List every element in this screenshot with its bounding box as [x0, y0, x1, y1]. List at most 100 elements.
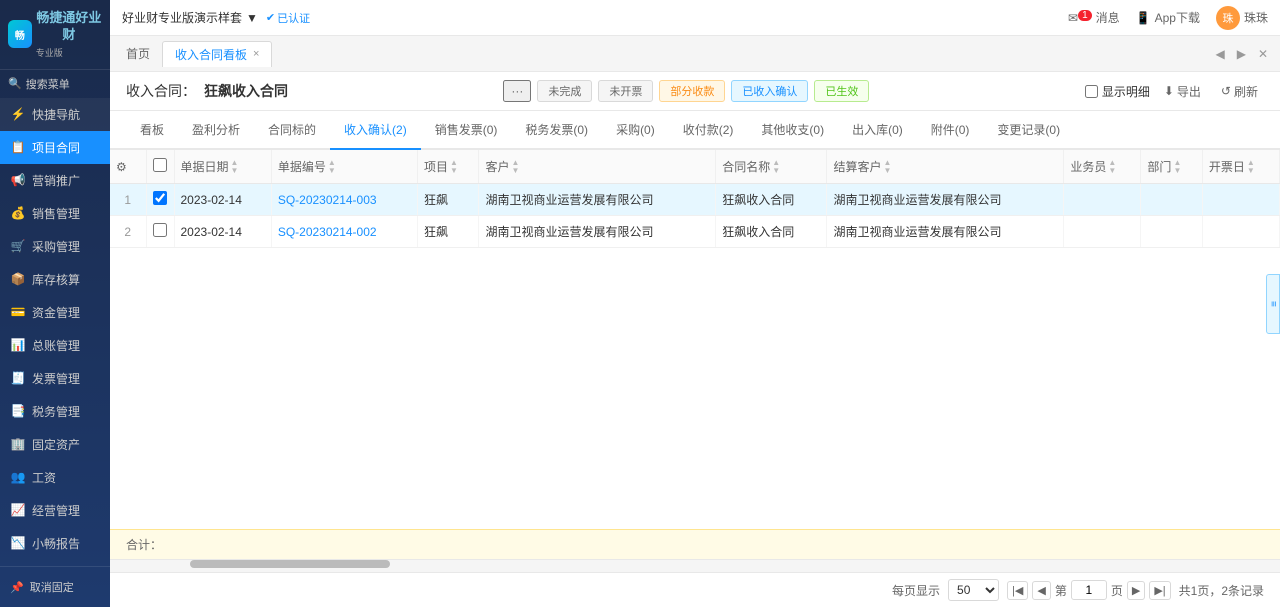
th-department: 部门 ▲▼ — [1141, 150, 1202, 184]
user-menu[interactable]: 珠 珠珠 — [1216, 6, 1268, 30]
sidebar-item-purchase[interactable]: 🛒 采购管理 — [0, 230, 110, 263]
close-tab-icon[interactable]: × — [253, 48, 259, 60]
tab-confirm[interactable]: 收入确认(2) — [330, 111, 421, 150]
next-page-button[interactable]: ▶ — [1127, 581, 1145, 600]
status-partial-btn[interactable]: 部分收款 — [659, 80, 725, 102]
th-date: 单据日期 ▲▼ — [174, 150, 271, 184]
sidebar-item-capital[interactable]: 💳 资金管理 — [0, 296, 110, 329]
right-panel-handle[interactable]: ≡ — [1266, 274, 1280, 334]
row-number-link[interactable]: SQ-20230214-003 — [278, 193, 377, 207]
company-selector[interactable]: 好业财专业版演示样套 ▼ — [122, 9, 258, 26]
tab-payment[interactable]: 收付款(2) — [669, 111, 748, 150]
tab-contract-board[interactable]: 收入合同看板 × — [162, 41, 272, 67]
row-department — [1141, 216, 1202, 248]
contract-title: 收入合同： 狂飙收入合同 — [126, 81, 288, 101]
sidebar-item-label: 营销推广 — [32, 172, 80, 189]
user-name-short: 珠 — [1222, 10, 1233, 26]
tab-board[interactable]: 看板 — [126, 111, 178, 150]
page-tabs: 看板 盈利分析 合同标的 收入确认(2) 销售发票(0) 税务发票(0) 采购(… — [110, 111, 1280, 150]
th-date-label: 单据日期 — [181, 158, 229, 175]
tab-warehouse[interactable]: 出入库(0) — [838, 111, 917, 150]
sidebar-item-label: 总账管理 — [32, 337, 80, 354]
nav-next-icon[interactable]: ▶ — [1233, 45, 1250, 63]
prev-page-button[interactable]: ◀ — [1032, 581, 1050, 600]
first-page-button[interactable]: |◀ — [1007, 581, 1028, 600]
export-button[interactable]: ⬇ 导出 — [1158, 81, 1207, 102]
app-download-button[interactable]: 📱 App下载 — [1136, 9, 1200, 26]
tab-sales-invoice[interactable]: 销售发票(0) — [421, 111, 512, 150]
row-checkbox-cell — [146, 216, 174, 248]
table-row[interactable]: 1 2023-02-14 SQ-20230214-003 狂飙 湖南卫视商业运营… — [110, 184, 1280, 216]
capital-icon: 💳 — [10, 304, 26, 320]
page-number-input[interactable] — [1071, 580, 1107, 600]
tab-payment-label: 收付款(2) — [683, 123, 734, 137]
sidebar-item-mini-report[interactable]: 📉 小畅报告 — [0, 527, 110, 560]
last-page-button[interactable]: ▶| — [1149, 581, 1170, 600]
sidebar-item-marketing[interactable]: 📢 营销推广 — [0, 164, 110, 197]
tab-standards[interactable]: 合同标的 — [254, 111, 330, 150]
sidebar-bottom: 📌 取消固定 — [0, 566, 110, 607]
horizontal-scrollbar[interactable] — [110, 560, 1280, 572]
close-all-icon[interactable]: ✕ — [1254, 45, 1272, 63]
tab-purchase[interactable]: 采购(0) — [602, 111, 669, 150]
sidebar-item-sales[interactable]: 💰 销售管理 — [0, 197, 110, 230]
row-checkbox[interactable] — [153, 223, 167, 237]
sidebar-item-label: 经营管理 — [32, 502, 80, 519]
status-unopened-label: 未开票 — [609, 86, 642, 98]
th-invoice-date-label: 开票日 — [1209, 158, 1245, 175]
tab-tax-invoice[interactable]: 税务发票(0) — [511, 111, 602, 150]
sidebar-item-fixed-assets[interactable]: 🏢 固定资产 — [0, 428, 110, 461]
tab-attachments[interactable]: 附件(0) — [917, 111, 984, 150]
show-detail-toggle[interactable]: 显示明细 — [1085, 83, 1150, 100]
gear-icon[interactable]: ⚙ — [116, 160, 127, 174]
sort-arrows-icon: ▲▼ — [884, 159, 892, 175]
table-scroll[interactable]: ⚙ 单据日期 ▲▼ — [110, 150, 1280, 529]
th-checkbox — [146, 150, 174, 184]
th-contract-label: 合同名称 — [722, 158, 770, 175]
th-customer: 客户 ▲▼ — [479, 150, 716, 184]
sidebar-item-label: 销售管理 — [32, 205, 80, 222]
sidebar-item-label: 采购管理 — [32, 238, 80, 255]
refresh-button[interactable]: ↺ 刷新 — [1215, 81, 1264, 102]
sidebar-item-hr[interactable]: 👥 工资 — [0, 461, 110, 494]
sidebar-item-inventory[interactable]: 📦 库存核算 — [0, 263, 110, 296]
tabbar: 首页 收入合同看板 × ◀ ▶ ✕ — [110, 36, 1280, 72]
tab-home[interactable]: 首页 — [118, 41, 158, 66]
search-menu[interactable]: 🔍 搜索菜单 — [0, 70, 110, 98]
nav-prev-icon[interactable]: ◀ — [1211, 45, 1228, 63]
company-dropdown-icon: ▼ — [246, 11, 258, 25]
scrollbar-thumb[interactable] — [190, 560, 390, 568]
status-unopened-btn[interactable]: 未开票 — [598, 80, 653, 102]
sidebar-item-unpin[interactable]: 📌 取消固定 — [0, 573, 110, 601]
sidebar-item-tax[interactable]: 📑 税务管理 — [0, 395, 110, 428]
sidebar-item-invoice[interactable]: 🧾 发票管理 — [0, 362, 110, 395]
sidebar-item-general[interactable]: 📊 总账管理 — [0, 329, 110, 362]
status-effective-btn[interactable]: 已生效 — [814, 80, 869, 102]
select-all-checkbox[interactable] — [153, 158, 167, 172]
row-checkbox[interactable] — [153, 191, 167, 205]
table-row[interactable]: 2 2023-02-14 SQ-20230214-002 狂飙 湖南卫视商业运营… — [110, 216, 1280, 248]
tab-other-income[interactable]: 其他收支(0) — [747, 111, 838, 150]
row-number-link[interactable]: SQ-20230214-002 — [278, 225, 377, 239]
status-incomplete-btn[interactable]: 未完成 — [537, 80, 592, 102]
main-area: 好业财专业版演示样套 ▼ ✔ 已认证 ✉ 1 消息 📱 App下载 — [110, 0, 1280, 607]
hr-icon: 👥 — [10, 469, 26, 485]
page-size-select[interactable]: 20 50 100 — [948, 579, 999, 601]
message-label: 消息 — [1096, 9, 1120, 26]
row-customer: 湖南卫视商业运营发展有限公司 — [479, 184, 716, 216]
show-detail-checkbox[interactable] — [1085, 85, 1098, 98]
summary-bar: 合计： — [110, 529, 1280, 560]
row-department — [1141, 184, 1202, 216]
sidebar-item-quick-nav[interactable]: ⚡ 快捷导航 — [0, 98, 110, 131]
message-badge: 1 — [1078, 10, 1092, 21]
message-button[interactable]: ✉ 1 消息 — [1068, 9, 1120, 26]
status-confirmed-btn[interactable]: 已收入确认 — [731, 80, 808, 102]
tab-profit[interactable]: 盈利分析 — [178, 111, 254, 150]
more-icon: ··· — [511, 84, 523, 98]
tab-change-log[interactable]: 变更记录(0) — [983, 111, 1074, 150]
sidebar-item-project[interactable]: 📋 项目合同 — [0, 131, 110, 164]
th-number-label: 单据编号 — [278, 158, 326, 175]
message-icon: ✉ — [1068, 11, 1078, 25]
sidebar-item-operation[interactable]: 📈 经营管理 — [0, 494, 110, 527]
more-options-button[interactable]: ··· — [503, 80, 531, 102]
